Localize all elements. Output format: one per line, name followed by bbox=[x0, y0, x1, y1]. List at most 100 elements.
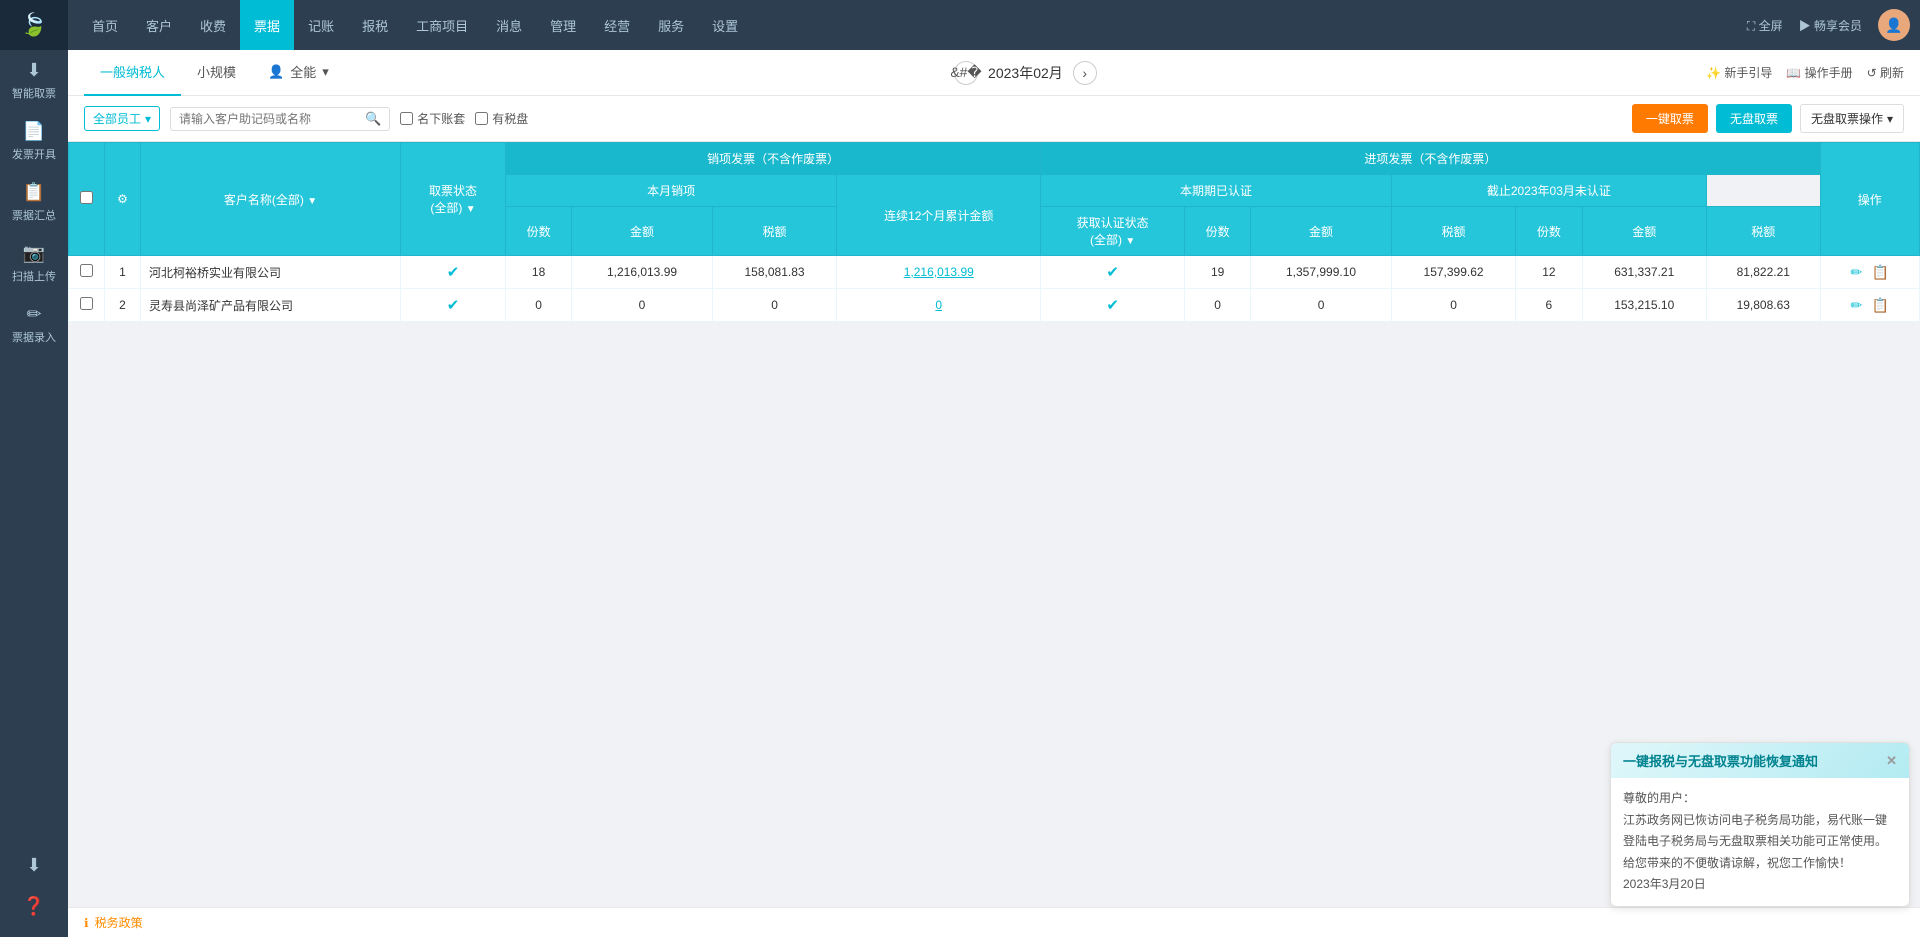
manual-link[interactable]: 📖 操作手册 bbox=[1786, 64, 1852, 81]
edit-icon[interactable]: ✏ bbox=[1851, 264, 1863, 280]
dropdown-arrow-icon: ▾ bbox=[1887, 112, 1893, 126]
invoice-summary-icon: 📋 bbox=[23, 182, 45, 203]
th-sales-count: 份数 bbox=[505, 207, 571, 256]
row-sales-cumulative[interactable]: 0 bbox=[837, 289, 1041, 322]
tab-all[interactable]: 👤 全能 ▾ bbox=[252, 50, 345, 96]
table-row: 2 灵寿县尚泽矿产品有限公司 ✔ 0 0 0 0 ✔ 0 0 0 6 153,2… bbox=[69, 289, 1920, 322]
topnav: 首页 客户 收费 票据 记账 报税 工商项目 消息 管理 经营 服务 设置 ⛶ … bbox=[68, 0, 1920, 50]
th-purchase-period: 本期期已认证 bbox=[1041, 175, 1392, 207]
sidebar-item-smart-fetch[interactable]: ⬇ 智能取票 bbox=[0, 50, 68, 111]
nav-invoice[interactable]: 票据 bbox=[240, 0, 294, 50]
select-all-checkbox[interactable] bbox=[80, 191, 93, 204]
date-prev-btn[interactable]: &#� bbox=[954, 61, 978, 85]
th-purchase-deadline-amount: 金额 bbox=[1582, 207, 1706, 256]
row-purchase-deadline-tax: 19,808.63 bbox=[1706, 289, 1820, 322]
nav-operation[interactable]: 经营 bbox=[590, 0, 644, 50]
row-purchase-deadline-amount: 153,215.10 bbox=[1582, 289, 1706, 322]
help-icon: ❓ bbox=[23, 896, 45, 917]
main-table: ⚙ 客户名称(全部) ▼ 取票状态(全部) ▼ 销项发票（不含作废票） 进项发票… bbox=[68, 142, 1920, 322]
date-nav: &#� 2023年02月 › bbox=[954, 61, 1097, 85]
notif-body: 尊敬的用户：江苏政务网已恢访问电子税务局功能，易代账一键登陆电子税务局与无盘取票… bbox=[1611, 778, 1909, 906]
row-actions: ✏ 📋 bbox=[1820, 289, 1919, 322]
row-purchase-deadline-amount: 631,337.21 bbox=[1582, 256, 1706, 289]
sidebar-item-scan-upload[interactable]: 📷 扫描上传 bbox=[0, 233, 68, 294]
fullscreen-btn[interactable]: ⛶ 全屏 bbox=[1747, 17, 1783, 34]
row-customer: 灵寿县尚泽矿产品有限公司 bbox=[141, 289, 401, 322]
sidebar-item-download[interactable]: ⬇ bbox=[0, 845, 68, 886]
nav-service[interactable]: 服务 bbox=[644, 0, 698, 50]
sidebar-item-label: 票据录入 bbox=[12, 329, 56, 345]
row-purchase-period-tax: 0 bbox=[1391, 289, 1515, 322]
sidebar-item-invoice-summary[interactable]: 📋 票据汇总 bbox=[0, 172, 68, 233]
underaccount-checkbox[interactable] bbox=[400, 112, 413, 125]
no-disk-ops-btn[interactable]: 无盘取票操作 ▾ bbox=[1800, 104, 1904, 133]
tax-policy-link[interactable]: 税务政策 bbox=[95, 914, 143, 931]
nav-message[interactable]: 消息 bbox=[482, 0, 536, 50]
entry-icon: ✏ bbox=[26, 304, 41, 325]
row-purchase-status: ✔ bbox=[1041, 256, 1185, 289]
search-wrap: 🔍 bbox=[170, 107, 390, 131]
th-sales-tax: 税额 bbox=[712, 207, 836, 256]
row-sales-tax: 0 bbox=[712, 289, 836, 322]
nav-home[interactable]: 首页 bbox=[78, 0, 132, 50]
nav-billing[interactable]: 收费 bbox=[186, 0, 240, 50]
no-disk-fetch-btn[interactable]: 无盘取票 bbox=[1716, 104, 1792, 133]
avatar[interactable]: 👤 bbox=[1878, 9, 1910, 41]
tab-small[interactable]: 小规模 bbox=[181, 50, 252, 96]
row-purchase-period-count: 19 bbox=[1185, 256, 1251, 289]
tab-more-icon[interactable]: ▾ bbox=[322, 64, 329, 80]
sidebar-item-help[interactable]: ❓ bbox=[0, 886, 68, 927]
sidebar-item-invoice-open[interactable]: 📄 发票开具 bbox=[0, 111, 68, 172]
row-purchase-deadline-tax: 81,822.21 bbox=[1706, 256, 1820, 289]
sidebar-item-label: 发票开具 bbox=[12, 146, 56, 162]
row-customer: 河北柯裕桥实业有限公司 bbox=[141, 256, 401, 289]
checkbox-underaccount[interactable]: 名下账套 bbox=[400, 110, 465, 127]
scan-icon: 📷 bbox=[23, 243, 45, 264]
th-purchase-period-amount: 金额 bbox=[1251, 207, 1392, 256]
all-tab-icon: 👤 bbox=[268, 64, 284, 80]
row-sales-tax: 158,081.83 bbox=[712, 256, 836, 289]
date-next-btn[interactable]: › bbox=[1073, 61, 1097, 85]
row-purchase-status: ✔ bbox=[1041, 289, 1185, 322]
search-icon[interactable]: 🔍 bbox=[365, 111, 381, 127]
search-input[interactable] bbox=[179, 112, 359, 126]
checkbox-taxdisk[interactable]: 有税盘 bbox=[475, 110, 528, 127]
row-sales-count: 18 bbox=[505, 256, 571, 289]
nav-business[interactable]: 工商项目 bbox=[402, 0, 482, 50]
action-bar: 全部员工 ▾ 🔍 名下账套 有税盘 一键取票 无盘取票 无盘取票操作 ▾ bbox=[68, 96, 1920, 142]
sidebar-item-label: 扫描上传 bbox=[12, 268, 56, 284]
one-click-fetch-btn[interactable]: 一键取票 bbox=[1632, 104, 1708, 133]
nav-tax[interactable]: 报税 bbox=[348, 0, 402, 50]
row-purchase-deadline-count: 12 bbox=[1516, 256, 1582, 289]
copy-icon[interactable]: 📋 bbox=[1872, 264, 1889, 280]
download2-icon: ⬇ bbox=[26, 855, 41, 876]
row-num: 2 bbox=[105, 289, 141, 322]
row-checkbox[interactable] bbox=[69, 256, 105, 289]
edit-icon[interactable]: ✏ bbox=[1851, 297, 1863, 313]
new-guide-link[interactable]: ✨ 新手引导 bbox=[1706, 64, 1772, 81]
nav-management[interactable]: 管理 bbox=[536, 0, 590, 50]
th-purchase-deadline-tax: 税额 bbox=[1706, 207, 1820, 256]
row-checkbox[interactable] bbox=[69, 289, 105, 322]
nav-customer[interactable]: 客户 bbox=[132, 0, 186, 50]
nav-bookkeeping[interactable]: 记账 bbox=[294, 0, 348, 50]
notification-panel: 一键报税与无盘取票功能恢复通知 ✕ 尊敬的用户：江苏政务网已恢访问电子税务局功能… bbox=[1610, 742, 1910, 907]
sidebar-item-data-entry[interactable]: ✏ 票据录入 bbox=[0, 294, 68, 355]
row-sales-cumulative[interactable]: 1,216,013.99 bbox=[837, 256, 1041, 289]
copy-icon[interactable]: 📋 bbox=[1872, 297, 1889, 313]
taxdisk-checkbox[interactable] bbox=[475, 112, 488, 125]
nav-settings[interactable]: 设置 bbox=[698, 0, 752, 50]
refresh-link[interactable]: ↺ 刷新 bbox=[1867, 64, 1904, 81]
th-sales-month: 本月销项 bbox=[505, 175, 836, 207]
notif-close-btn[interactable]: ✕ bbox=[1886, 753, 1897, 769]
th-customer: 客户名称(全部) ▼ bbox=[141, 143, 401, 256]
employee-filter[interactable]: 全部员工 ▾ bbox=[84, 106, 160, 131]
invoice-open-icon: 📄 bbox=[23, 121, 45, 142]
th-action: 操作 bbox=[1820, 143, 1919, 256]
row-actions: ✏ 📋 bbox=[1820, 256, 1919, 289]
row-num: 1 bbox=[105, 256, 141, 289]
tab-general[interactable]: 一般纳税人 bbox=[84, 50, 181, 96]
sidebar: 🍃 ⬇ 智能取票 📄 发票开具 📋 票据汇总 📷 扫描上传 ✏ 票据录入 ⬇ ❓ bbox=[0, 0, 68, 937]
th-purchase-period-tax: 税额 bbox=[1391, 207, 1515, 256]
vip-btn[interactable]: ▶ 畅享会员 bbox=[1799, 17, 1862, 34]
